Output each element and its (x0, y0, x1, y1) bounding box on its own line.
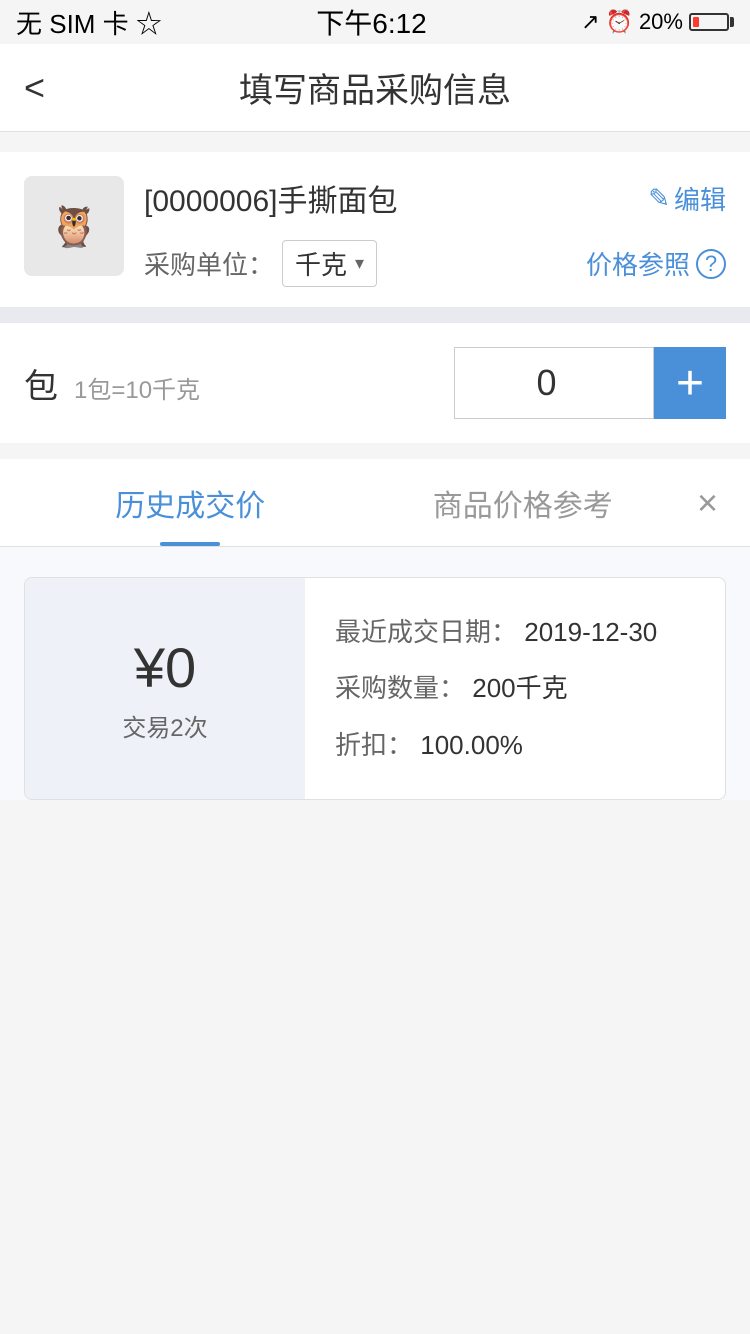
page-title: 填写商品采购信息 (239, 63, 511, 112)
price-details: 最近成交日期： 2019-12-30 采购数量： 200千克 折扣： 100.0… (305, 578, 725, 799)
battery-percent: 20% (639, 9, 683, 35)
edit-label: 编辑 (674, 180, 726, 217)
history-price-card: ¥0 交易2次 最近成交日期： 2019-12-30 采购数量： 200千克 折… (24, 577, 726, 800)
unit-value: 千克 (295, 245, 347, 282)
tab-history-price[interactable]: 历史成交价 (24, 459, 356, 546)
tab-price-reference[interactable]: 商品价格参考 (356, 459, 688, 546)
chevron-down-icon: ▾ (355, 253, 364, 274)
tab-history-label: 历史成交价 (115, 481, 265, 525)
product-header: [0000006]手撕面包 ✎ 编辑 (144, 176, 726, 220)
tabs-row: 历史成交价 商品价格参考 × (0, 459, 750, 547)
discount-row: 折扣： 100.00% (335, 727, 695, 763)
quantity-input-group: + (454, 347, 726, 419)
battery-icon (689, 13, 734, 31)
price-value: 0 (165, 636, 196, 699)
unit-label: 采购单位： (144, 245, 274, 282)
help-icon: ? (696, 249, 726, 279)
discount-label: 折扣： (335, 730, 413, 760)
price-amount: ¥0 (134, 635, 196, 700)
discount-value: 100.00% (420, 730, 523, 760)
tab-active-underline (160, 542, 220, 546)
back-icon: < (24, 67, 45, 108)
latest-date-label: 最近成交日期： (335, 617, 517, 647)
product-logo-icon: 🦉 (49, 203, 99, 250)
unit-select[interactable]: 千克 ▾ (282, 240, 377, 287)
panel-close-button[interactable]: × (689, 474, 726, 532)
alarm-icon: ⏰ (606, 9, 633, 35)
price-ref-label: 价格参照 (586, 245, 690, 282)
price-reference-button[interactable]: 价格参照 ? (586, 245, 726, 282)
quantity-plus-button[interactable]: + (654, 347, 726, 419)
product-info: [0000006]手撕面包 ✎ 编辑 采购单位： 千克 ▾ 价格参照 ? (144, 176, 726, 287)
quantity-unit: 包 (24, 359, 58, 408)
tab-reference-label: 商品价格参考 (433, 481, 613, 525)
latest-date-value: 2019-12-30 (524, 617, 657, 647)
trade-count: 交易2次 (122, 708, 207, 743)
product-thumbnail: 🦉 (24, 176, 124, 276)
location-icon: ↗ (581, 9, 599, 35)
product-card: 🦉 [0000006]手撕面包 ✎ 编辑 采购单位： 千克 ▾ 价格参照 ? (0, 152, 750, 307)
quantity-conversion: 1包=10千克 (74, 370, 200, 405)
status-time: 下午6:12 (316, 2, 427, 42)
section-divider (0, 307, 750, 323)
quantity-value: 200千克 (472, 673, 567, 703)
back-button[interactable]: < (24, 67, 45, 109)
nav-bar: < 填写商品采购信息 (0, 44, 750, 132)
price-summary: ¥0 交易2次 (25, 578, 305, 799)
product-name: [0000006]手撕面包 (144, 176, 397, 220)
edit-button[interactable]: ✎ 编辑 (648, 180, 726, 217)
price-panel: 历史成交价 商品价格参考 × ¥0 交易2次 最近成交日期： 2019-12-3… (0, 459, 750, 800)
currency-symbol: ¥ (134, 636, 165, 699)
quantity-label-group: 包 1包=10千克 (24, 359, 200, 408)
latest-date-row: 最近成交日期： 2019-12-30 (335, 614, 695, 650)
purchase-quantity-row: 采购数量： 200千克 (335, 670, 695, 706)
quantity-input[interactable] (454, 347, 654, 419)
product-unit-row: 采购单位： 千克 ▾ 价格参照 ? (144, 240, 726, 287)
status-bar: 无 SIM 卡 ☆ 下午6:12 ↗ ⏰ 20% (0, 0, 750, 44)
quantity-label: 采购数量： (335, 673, 465, 703)
status-right: ↗ ⏰ 20% (581, 9, 734, 35)
status-left: 无 SIM 卡 ☆ (16, 4, 162, 41)
edit-icon: ✎ (648, 183, 670, 214)
plus-icon: + (676, 356, 704, 411)
quantity-row: 包 1包=10千克 + (0, 323, 750, 443)
